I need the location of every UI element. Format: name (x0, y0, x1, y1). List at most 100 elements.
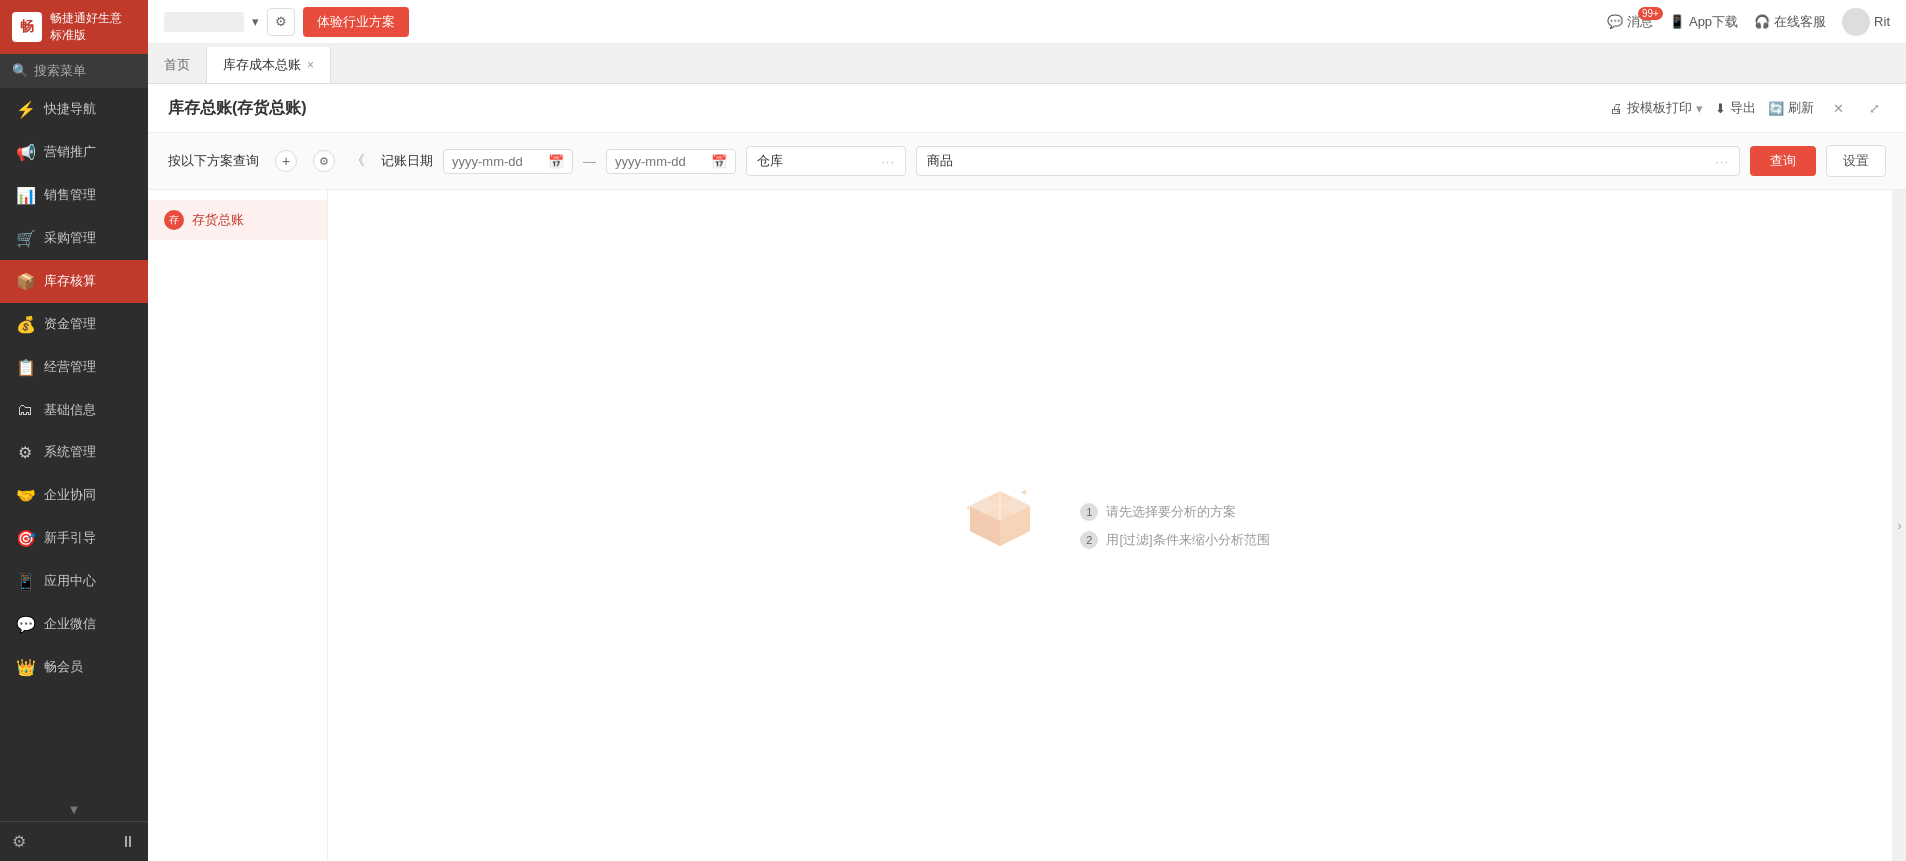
sidebar-item-finance[interactable]: 💰 资金管理 (0, 303, 148, 346)
basic-icon: 🗂 (16, 401, 34, 419)
support-icon: 🎧 (1754, 14, 1770, 29)
app-download-button[interactable]: 📱 App下载 (1669, 13, 1738, 31)
date-dash: — (583, 154, 596, 169)
empty-content: ✦ ✦ 1 请先选择要分析的方案 2 用[过滤]条件来缩小分析范围 (950, 476, 1269, 576)
sidebar-item-inventory[interactable]: 📦 库存核算 (0, 260, 148, 303)
date-start-input[interactable] (452, 154, 542, 169)
sidebar-footer: ⚙ ⏸ (0, 821, 148, 861)
quick-nav-icon: ⚡ (16, 100, 34, 119)
svg-text:✦: ✦ (1020, 487, 1028, 498)
inventory-icon: 📦 (16, 272, 34, 291)
sidebar-search[interactable]: 🔍 搜索菜单 (0, 54, 148, 88)
user-avatar (1842, 8, 1870, 36)
system-icon: ⚙ (16, 443, 34, 462)
sales-icon: 📊 (16, 186, 34, 205)
sidebar-item-marketing[interactable]: 📢 营销推广 (0, 131, 148, 174)
empty-step-2: 2 用[过滤]条件来缩小分析范围 (1080, 531, 1269, 549)
step-2-text: 用[过滤]条件来缩小分析范围 (1106, 531, 1269, 549)
breadcrumb-dropdown[interactable]: ▾ (252, 14, 259, 29)
message-badge: 99+ (1638, 7, 1663, 20)
export-button[interactable]: ⬇ 导出 (1715, 99, 1756, 117)
breadcrumb (164, 12, 244, 32)
tab-home[interactable]: 首页 (148, 47, 207, 83)
filter-collapse-button[interactable]: 《 (351, 152, 365, 170)
user-menu[interactable]: Rit (1842, 8, 1890, 36)
calendar-end-icon[interactable]: 📅 (711, 154, 727, 169)
query-button[interactable]: 查询 (1750, 146, 1816, 176)
date-range-end[interactable]: 📅 (606, 149, 736, 174)
tab-inventory-ledger[interactable]: 库存成本总账 × (207, 47, 331, 83)
page-header: 库存总账(存货总账) 🖨 按模板打印 ▾ ⬇ 导出 🔄 刷新 ✕ ⤢ (148, 84, 1906, 133)
logo-icon: 畅 (12, 12, 42, 42)
empty-illustration: ✦ ✦ (950, 476, 1050, 576)
goods-more-icon[interactable]: ··· (1715, 154, 1729, 169)
sidebar-item-system[interactable]: ⚙ 系统管理 (0, 431, 148, 474)
warehouse-more-icon[interactable]: ··· (881, 154, 895, 169)
sidebar-item-wechat[interactable]: 💬 企业微信 (0, 603, 148, 646)
empty-step-1: 1 请先选择要分析的方案 (1080, 503, 1269, 521)
warehouse-select[interactable]: 仓库 ··· (746, 146, 906, 176)
topbar: ▾ ⚙ 体验行业方案 💬 消息 99+ 📱 App下载 🎧 在线客服 Rit (148, 0, 1906, 44)
step-1-number: 1 (1080, 503, 1098, 521)
refresh-button[interactable]: 🔄 刷新 (1768, 99, 1814, 117)
sidebar-item-basic[interactable]: 🗂 基础信息 (0, 389, 148, 431)
gear-button[interactable]: ⚙ (267, 8, 295, 36)
filter-bar: 按以下方案查询 + ⚙ 《 记账日期 📅 — 📅 仓库 ··· (148, 133, 1906, 190)
svg-text:✦: ✦ (965, 504, 972, 513)
sidebar-item-label: 新手引导 (44, 529, 96, 547)
date-end-input[interactable] (615, 154, 705, 169)
member-icon: 👑 (16, 658, 34, 677)
appstore-icon: 📱 (16, 572, 34, 591)
sidebar-item-label: 资金管理 (44, 315, 96, 333)
right-panel-toggle[interactable]: › (1892, 190, 1906, 861)
empty-text: 1 请先选择要分析的方案 2 用[过滤]条件来缩小分析范围 (1080, 503, 1269, 549)
industry-solution-button[interactable]: 体验行业方案 (303, 7, 409, 37)
sidebar-item-label: 应用中心 (44, 572, 96, 590)
expand-button[interactable]: ⤢ (1862, 96, 1886, 120)
settings-footer-icon[interactable]: ⚙ (12, 832, 26, 851)
date-range-start[interactable]: 📅 (443, 149, 573, 174)
search-label: 搜索菜单 (34, 62, 86, 80)
search-icon: 🔍 (12, 63, 28, 78)
enterprise-icon: 🤝 (16, 486, 34, 505)
sidebar-item-operation[interactable]: 📋 经营管理 (0, 346, 148, 389)
topbar-right: 💬 消息 99+ 📱 App下载 🎧 在线客服 Rit (1607, 8, 1890, 36)
scheme-label: 存货总账 (192, 211, 244, 229)
sidebar-item-label: 企业协同 (44, 486, 96, 504)
home-tab-label: 首页 (164, 56, 190, 74)
sidebar-item-enterprise[interactable]: 🤝 企业协同 (0, 474, 148, 517)
guide-icon: 🎯 (16, 529, 34, 548)
sidebar-nav: ⚡ 快捷导航 📢 营销推广 📊 销售管理 🛒 采购管理 📦 库存核算 💰 资金管… (0, 88, 148, 798)
filter-manage-button[interactable]: ⚙ (313, 150, 335, 172)
sidebar-item-purchase[interactable]: 🛒 采购管理 (0, 217, 148, 260)
sidebar-item-label: 库存核算 (44, 272, 96, 290)
goods-select[interactable]: 商品 ··· (916, 146, 1740, 176)
print-dropdown-icon[interactable]: ▾ (1696, 101, 1703, 116)
sidebar-item-member[interactable]: 👑 畅会员 (0, 646, 148, 689)
filter-controls: 记账日期 📅 — 📅 仓库 ··· 商品 ··· (381, 145, 1886, 177)
sidebar-item-guide[interactable]: 🎯 新手引导 (0, 517, 148, 560)
message-icon: 💬 (1607, 14, 1623, 29)
sidebar-item-quick-nav[interactable]: ⚡ 快捷导航 (0, 88, 148, 131)
collapse-icon[interactable]: ⏸ (120, 833, 136, 851)
calendar-start-icon[interactable]: 📅 (548, 154, 564, 169)
sidebar-item-appstore[interactable]: 📱 应用中心 (0, 560, 148, 603)
close-panel-button[interactable]: ✕ (1826, 96, 1850, 120)
marketing-icon: 📢 (16, 143, 34, 162)
app-logo[interactable]: 畅 畅捷通好生意 标准版 (0, 0, 148, 54)
date-filter-label: 记账日期 (381, 152, 433, 170)
online-support-button[interactable]: 🎧 在线客服 (1754, 13, 1826, 31)
sidebar-item-label: 基础信息 (44, 401, 96, 419)
settings-button[interactable]: 设置 (1826, 145, 1886, 177)
filter-add-button[interactable]: + (275, 150, 297, 172)
message-button[interactable]: 💬 消息 99+ (1607, 13, 1653, 31)
tab-close-icon[interactable]: × (307, 58, 314, 72)
print-button[interactable]: 🖨 按模板打印 ▾ (1610, 99, 1703, 117)
sidebar-item-sales[interactable]: 📊 销售管理 (0, 174, 148, 217)
wechat-icon: 💬 (16, 615, 34, 634)
scheme-item-inventory-ledger[interactable]: 存 存货总账 (148, 200, 327, 240)
sidebar-item-label: 销售管理 (44, 186, 96, 204)
sidebar-scroll-down[interactable]: ▼ (0, 798, 148, 821)
step-2-number: 2 (1080, 531, 1098, 549)
warehouse-label: 仓库 (757, 152, 783, 170)
